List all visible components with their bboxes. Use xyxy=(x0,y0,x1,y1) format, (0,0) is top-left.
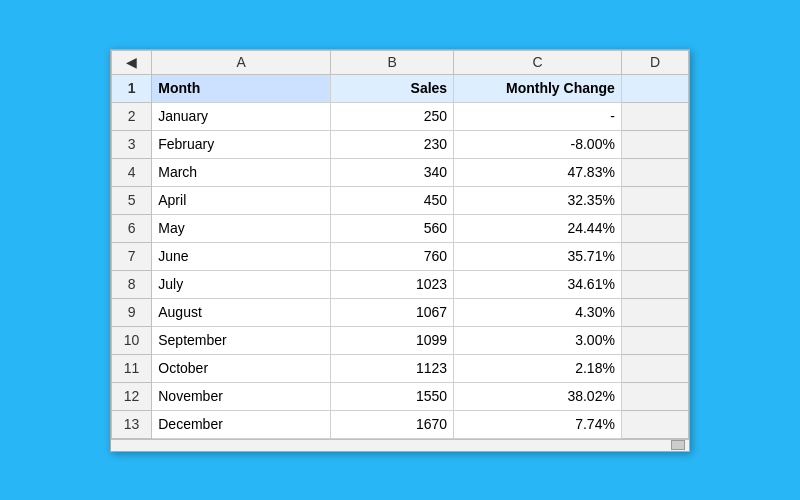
row-number: 8 xyxy=(112,270,152,298)
cell-empty-d xyxy=(621,214,688,242)
cell-month[interactable]: June xyxy=(152,242,331,270)
table-row[interactable]: 12November155038.02% xyxy=(112,382,689,410)
cell-empty-d xyxy=(621,186,688,214)
cell-monthly-change[interactable]: 38.02% xyxy=(454,382,622,410)
table-row[interactable]: 4March34047.83% xyxy=(112,158,689,186)
cell-monthly-change[interactable]: 7.74% xyxy=(454,410,622,438)
scroll-indicator xyxy=(111,439,689,451)
cell-empty-d xyxy=(621,158,688,186)
table-row[interactable]: 2January250- xyxy=(112,102,689,130)
cell-empty-d xyxy=(621,354,688,382)
cell-monthly-change[interactable]: 35.71% xyxy=(454,242,622,270)
cell-empty-d xyxy=(621,102,688,130)
cell-monthly-change[interactable]: 34.61% xyxy=(454,270,622,298)
cell-month[interactable]: January xyxy=(152,102,331,130)
cell-sales[interactable]: 340 xyxy=(331,158,454,186)
table-row[interactable]: 8July102334.61% xyxy=(112,270,689,298)
cell-month[interactable]: Month xyxy=(152,74,331,102)
col-header-b[interactable]: B xyxy=(331,50,454,74)
table-row[interactable]: 1MonthSalesMonthly Change xyxy=(112,74,689,102)
corner-cell: ◀ xyxy=(112,50,152,74)
cell-sales[interactable]: 1550 xyxy=(331,382,454,410)
row-number: 13 xyxy=(112,410,152,438)
cell-sales[interactable]: 230 xyxy=(331,130,454,158)
cell-sales[interactable]: 1023 xyxy=(331,270,454,298)
cell-month[interactable]: December xyxy=(152,410,331,438)
row-number: 4 xyxy=(112,158,152,186)
row-number: 1 xyxy=(112,74,152,102)
cell-month[interactable]: May xyxy=(152,214,331,242)
table-row[interactable]: 9August10674.30% xyxy=(112,298,689,326)
spreadsheet-container: ◀ A B C D 1MonthSalesMonthly Change2Janu… xyxy=(110,49,690,452)
cell-sales[interactable]: Sales xyxy=(331,74,454,102)
col-header-c[interactable]: C xyxy=(454,50,622,74)
cell-sales[interactable]: 1067 xyxy=(331,298,454,326)
cell-empty-d xyxy=(621,382,688,410)
cell-monthly-change[interactable]: Monthly Change xyxy=(454,74,622,102)
cell-monthly-change[interactable]: 32.35% xyxy=(454,186,622,214)
cell-empty-d xyxy=(621,410,688,438)
cell-month[interactable]: October xyxy=(152,354,331,382)
row-number: 12 xyxy=(112,382,152,410)
cell-sales[interactable]: 450 xyxy=(331,186,454,214)
row-number: 2 xyxy=(112,102,152,130)
col-header-d[interactable]: D xyxy=(621,50,688,74)
cell-empty-d xyxy=(621,326,688,354)
cell-monthly-change[interactable]: -8.00% xyxy=(454,130,622,158)
table-row[interactable]: 10September10993.00% xyxy=(112,326,689,354)
cell-empty-d xyxy=(621,298,688,326)
row-number: 6 xyxy=(112,214,152,242)
cell-sales[interactable]: 560 xyxy=(331,214,454,242)
row-number: 5 xyxy=(112,186,152,214)
cell-empty-d xyxy=(621,74,688,102)
row-number: 11 xyxy=(112,354,152,382)
cell-monthly-change[interactable]: 24.44% xyxy=(454,214,622,242)
scroll-box[interactable] xyxy=(671,440,685,450)
cell-monthly-change[interactable]: 47.83% xyxy=(454,158,622,186)
cell-sales[interactable]: 250 xyxy=(331,102,454,130)
cell-monthly-change[interactable]: 2.18% xyxy=(454,354,622,382)
cell-month[interactable]: August xyxy=(152,298,331,326)
col-header-a[interactable]: A xyxy=(152,50,331,74)
cell-monthly-change[interactable]: 4.30% xyxy=(454,298,622,326)
table-row[interactable]: 5April45032.35% xyxy=(112,186,689,214)
cell-month[interactable]: February xyxy=(152,130,331,158)
cell-month[interactable]: September xyxy=(152,326,331,354)
cell-monthly-change[interactable]: - xyxy=(454,102,622,130)
cell-sales[interactable]: 760 xyxy=(331,242,454,270)
cell-month[interactable]: November xyxy=(152,382,331,410)
table-row[interactable]: 7June76035.71% xyxy=(112,242,689,270)
cell-sales[interactable]: 1123 xyxy=(331,354,454,382)
cell-monthly-change[interactable]: 3.00% xyxy=(454,326,622,354)
table-row[interactable]: 11October11232.18% xyxy=(112,354,689,382)
cell-empty-d xyxy=(621,270,688,298)
table-row[interactable]: 3February230-8.00% xyxy=(112,130,689,158)
row-number: 10 xyxy=(112,326,152,354)
row-number: 3 xyxy=(112,130,152,158)
column-header-row: ◀ A B C D xyxy=(112,50,689,74)
cell-month[interactable]: April xyxy=(152,186,331,214)
cell-empty-d xyxy=(621,130,688,158)
row-number: 9 xyxy=(112,298,152,326)
cell-month[interactable]: March xyxy=(152,158,331,186)
table-row[interactable]: 6May56024.44% xyxy=(112,214,689,242)
cell-month[interactable]: July xyxy=(152,270,331,298)
cell-empty-d xyxy=(621,242,688,270)
cell-sales[interactable]: 1670 xyxy=(331,410,454,438)
cell-sales[interactable]: 1099 xyxy=(331,326,454,354)
row-number: 7 xyxy=(112,242,152,270)
table-row[interactable]: 13December16707.74% xyxy=(112,410,689,438)
